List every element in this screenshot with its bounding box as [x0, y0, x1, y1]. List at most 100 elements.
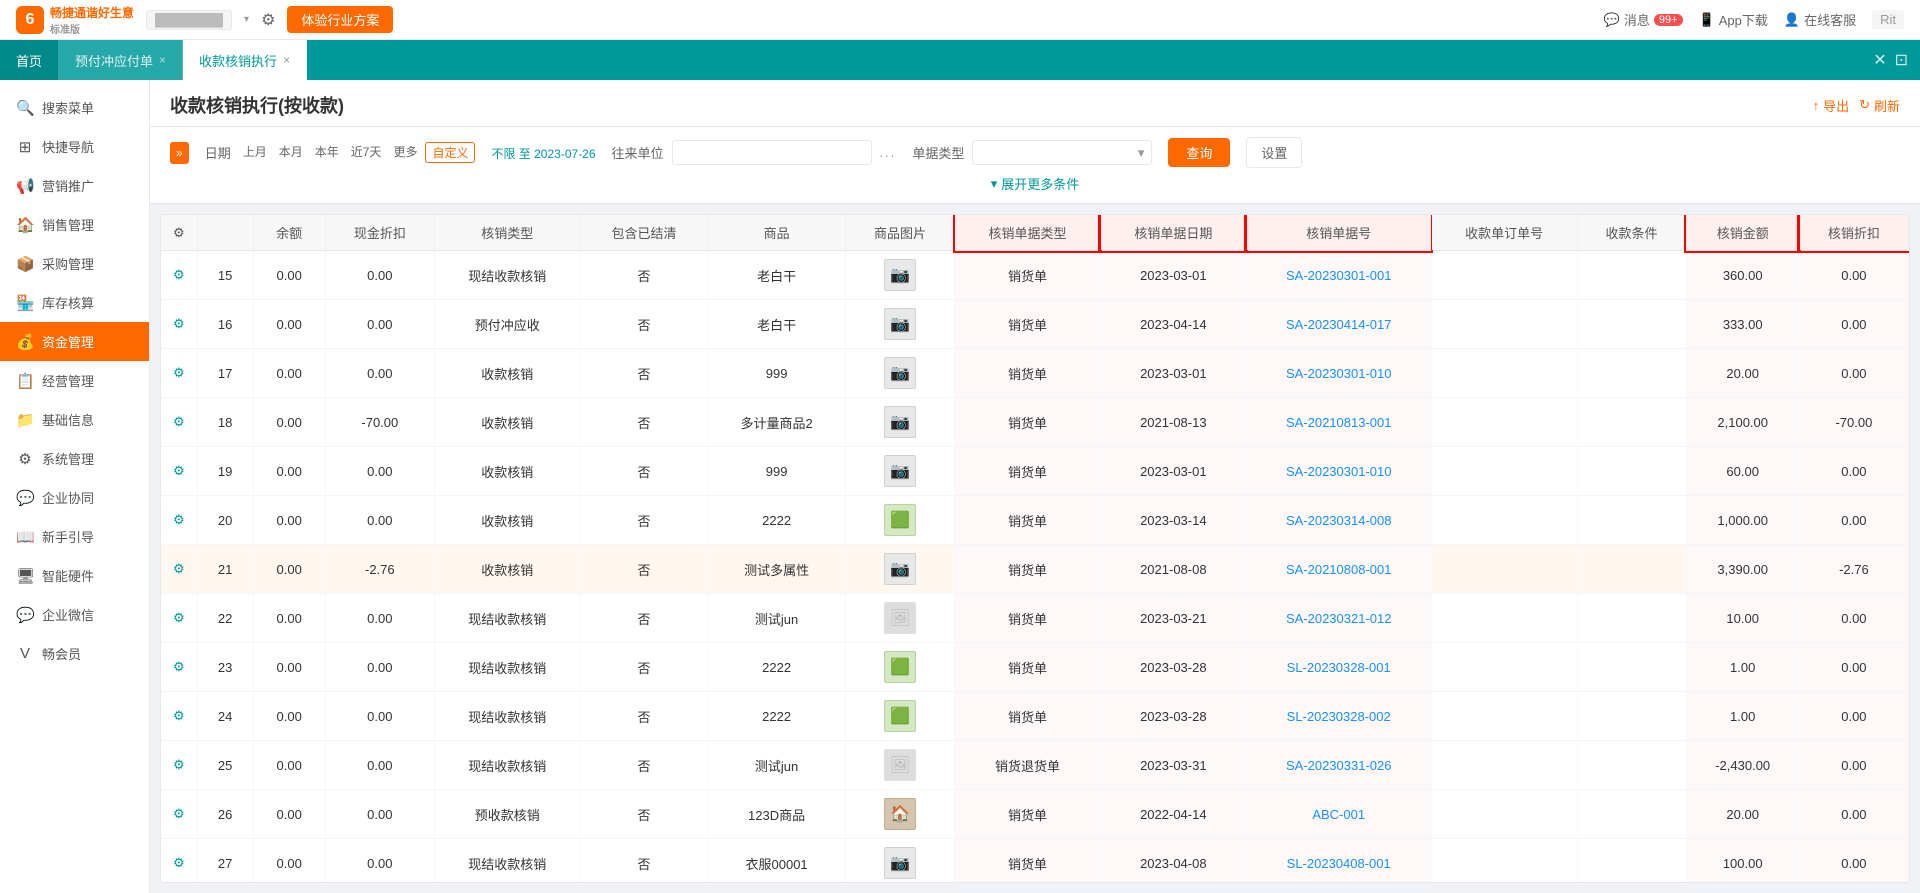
sidebar-item-inventory[interactable]: 🏪 库存核算 — [0, 283, 149, 322]
cell-receipt-cond — [1577, 496, 1686, 545]
cell-verify-no[interactable]: SA-20230301-010 — [1246, 349, 1431, 398]
cell-verify-discount: 0.00 — [1799, 594, 1908, 643]
sales-icon: 🏠 — [16, 216, 34, 234]
tab-prepay[interactable]: 预付冲应付单 × — [59, 40, 183, 80]
sidebar-item-sales[interactable]: 🏠 销售管理 — [0, 205, 149, 244]
top-bar-right: 💬 消息 99+ 📱 App下载 👤 在线客服 Rit — [1604, 10, 1904, 29]
close-window-icon[interactable]: ✕ — [1873, 50, 1886, 70]
sidebar-item-search[interactable]: 🔍 搜索菜单 — [0, 88, 149, 127]
cell-settings[interactable]: ⚙ — [161, 349, 197, 398]
cell-receipt-order — [1431, 398, 1577, 447]
cell-verify-no[interactable]: SL-20230408-001 — [1246, 839, 1431, 884]
cell-verify-no[interactable]: SA-20230321-012 — [1246, 594, 1431, 643]
cell-verify-discount: -70.00 — [1799, 398, 1908, 447]
sidebar-item-collab[interactable]: 💬 企业协同 — [0, 478, 149, 517]
sidebar-purchase-label: 采购管理 — [42, 254, 94, 273]
company-dropdown-icon[interactable]: ▾ — [244, 14, 249, 25]
cell-receipt-cond — [1577, 251, 1686, 300]
cell-included: 否 — [580, 692, 707, 741]
maximize-icon[interactable]: ⊡ — [1895, 50, 1908, 70]
brand-name: 畅捷通谐好生意 — [50, 4, 134, 21]
cell-verify-no[interactable]: SA-20230301-001 — [1246, 251, 1431, 300]
cell-settings[interactable]: ⚙ — [161, 839, 197, 884]
user-name[interactable]: Rit — [1872, 10, 1904, 29]
cell-verify-no[interactable]: ABC-001 — [1246, 790, 1431, 839]
sidebar-item-vip[interactable]: V 畅会员 — [0, 634, 149, 673]
cell-settings[interactable]: ⚙ — [161, 398, 197, 447]
sidebar-item-marketing[interactable]: 📢 营销推广 — [0, 166, 149, 205]
cell-verify-no[interactable]: SA-20210808-001 — [1246, 545, 1431, 594]
tab-receipt[interactable]: 收款核销执行 × — [183, 40, 307, 80]
sidebar-item-basic[interactable]: 📁 基础信息 — [0, 400, 149, 439]
date-link-last-month[interactable]: 上月 — [239, 142, 271, 163]
sidebar-item-purchase[interactable]: 📦 采购管理 — [0, 244, 149, 283]
cell-verify-amount: 3,390.00 — [1686, 545, 1799, 594]
company-name[interactable]: ████████ — [146, 10, 232, 30]
sidebar-item-wecom[interactable]: 💬 企业微信 — [0, 595, 149, 634]
cell-goods-img: 🟩 — [845, 643, 954, 692]
cell-settings[interactable]: ⚙ — [161, 643, 197, 692]
cell-settings[interactable]: ⚙ — [161, 300, 197, 349]
trial-button[interactable]: 体验行业方案 — [287, 6, 393, 33]
query-button[interactable]: 查询 — [1168, 138, 1230, 167]
date-link-more[interactable]: 更多 — [389, 142, 421, 163]
cell-verify-no[interactable]: SL-20230328-002 — [1246, 692, 1431, 741]
cell-verify-no[interactable]: SA-20230414-017 — [1246, 300, 1431, 349]
cell-verify-date: 2023-04-08 — [1100, 839, 1246, 884]
bill-type-select[interactable] — [972, 140, 1152, 165]
cell-settings[interactable]: ⚙ — [161, 692, 197, 741]
sidebar-item-operations[interactable]: 📋 经营管理 — [0, 361, 149, 400]
cell-receipt-order — [1431, 251, 1577, 300]
cell-verify-amount: 100.00 — [1686, 839, 1799, 884]
cell-verify-no[interactable]: SA-20230314-008 — [1246, 496, 1431, 545]
cell-settings[interactable]: ⚙ — [161, 741, 197, 790]
cell-verify-no[interactable]: SA-20210813-001 — [1246, 398, 1431, 447]
cell-verify-type: 预付冲应收 — [434, 300, 580, 349]
close-prepay-tab-icon[interactable]: × — [159, 53, 166, 67]
app-download-item[interactable]: 📱 App下载 — [1699, 10, 1768, 29]
service-item[interactable]: 👤 在线客服 — [1784, 10, 1856, 29]
cell-verify-date: 2023-03-01 — [1100, 251, 1246, 300]
refresh-button[interactable]: ↻ 刷新 — [1859, 96, 1900, 115]
cell-included: 否 — [580, 300, 707, 349]
cell-verify-amount: 333.00 — [1686, 300, 1799, 349]
col-header-settings[interactable]: ⚙ — [161, 215, 197, 251]
tab-home[interactable]: 首页 — [0, 40, 59, 80]
sidebar-item-nav[interactable]: ⊞ 快捷导航 — [0, 127, 149, 166]
cell-goods: 2222 — [708, 692, 846, 741]
cell-settings[interactable]: ⚙ — [161, 594, 197, 643]
close-receipt-tab-icon[interactable]: × — [283, 53, 290, 67]
cell-verify-no[interactable]: SA-20230301-010 — [1246, 447, 1431, 496]
cell-verify-no[interactable]: SL-20230328-001 — [1246, 643, 1431, 692]
cell-balance: 0.00 — [253, 790, 325, 839]
col-header-goods-img: 商品图片 — [845, 215, 954, 251]
partner-input[interactable] — [672, 140, 872, 165]
date-link-custom[interactable]: 自定义 — [425, 142, 475, 163]
cell-settings[interactable]: ⚙ — [161, 447, 197, 496]
filter-toggle-btn[interactable]: » — [170, 142, 189, 164]
cell-settings[interactable]: ⚙ — [161, 790, 197, 839]
settings-button[interactable]: 设置 — [1246, 137, 1302, 168]
message-item[interactable]: 💬 消息 99+ — [1604, 10, 1683, 29]
cell-settings[interactable]: ⚙ — [161, 251, 197, 300]
cell-verify-bill-type: 销货单 — [955, 349, 1101, 398]
expand-conditions-button[interactable]: ▾ 展开更多条件 — [991, 174, 1080, 193]
date-link-this-year[interactable]: 本年 — [311, 142, 343, 163]
sidebar-item-guide[interactable]: 📖 新手引导 — [0, 517, 149, 556]
cell-settings[interactable]: ⚙ — [161, 545, 197, 594]
cell-settings[interactable]: ⚙ — [161, 496, 197, 545]
table-row: ⚙ 15 0.00 0.00 现结收款核销 否 老白干 📷 销货单 2023-0… — [161, 251, 1909, 300]
cell-verify-no[interactable]: SA-20230331-026 — [1246, 741, 1431, 790]
sidebar-search-label: 搜索菜单 — [42, 98, 94, 117]
sidebar-item-finance[interactable]: 💰 资金管理 — [0, 322, 149, 361]
sidebar-item-hardware[interactable]: 🖥 智能硬件 — [0, 556, 149, 595]
cell-goods-img: 🟩 — [845, 692, 954, 741]
sidebar-item-system[interactable]: ⚙ 系统管理 — [0, 439, 149, 478]
export-button[interactable]: ↑ 导出 — [1813, 96, 1850, 115]
gear-icon[interactable]: ⚙ — [261, 10, 275, 30]
message-count: 99+ — [1654, 14, 1683, 26]
logo-area: 6 畅捷通谐好生意 标准版 — [16, 4, 134, 36]
date-link-7days[interactable]: 近7天 — [347, 142, 386, 163]
cell-verify-date: 2023-03-14 — [1100, 496, 1246, 545]
date-link-this-month[interactable]: 本月 — [275, 142, 307, 163]
